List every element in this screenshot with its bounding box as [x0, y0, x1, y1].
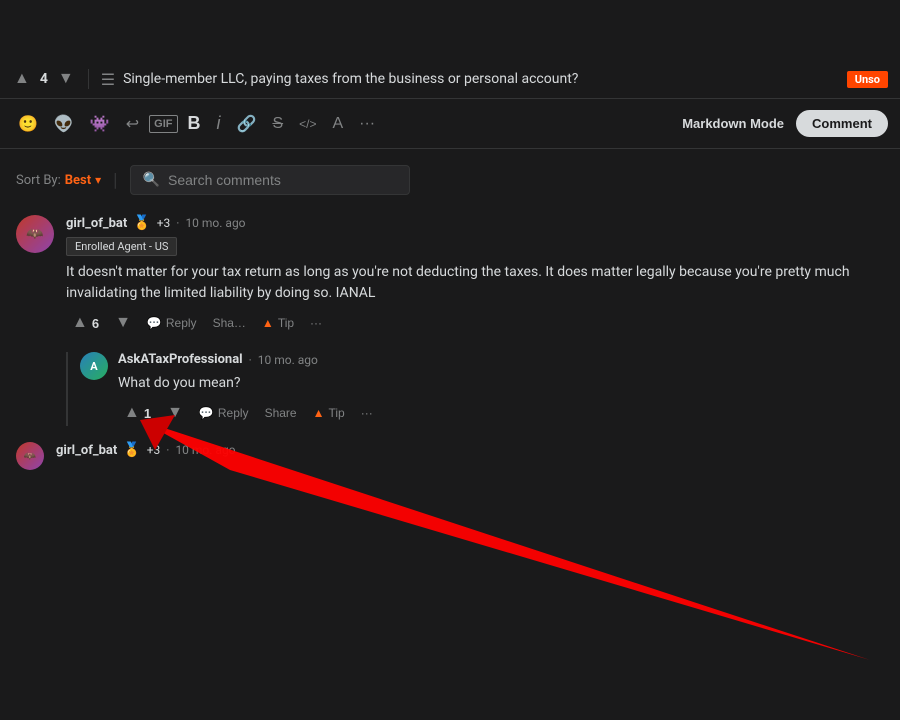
comment-1-downvote[interactable]: ▼ [109, 310, 137, 336]
sort-label: Sort By: [16, 173, 61, 188]
post-title: Single-member LLC, paying taxes from the… [123, 71, 839, 87]
footer-karma: +3 [147, 443, 161, 457]
reply-1-upvote[interactable]: ▲ 1 [118, 400, 157, 426]
top-bar: ▲ 4 ▼ ☰ Single-member LLC, paying taxes … [0, 60, 900, 99]
footer-flair-icon: 🏅 [123, 442, 140, 458]
reply-tip-icon: ▲ [313, 406, 325, 420]
reply-1: A AskATaxProfessional · 10 mo. ago What … [66, 352, 884, 426]
markdown-mode-button[interactable]: Markdown Mode [674, 112, 792, 135]
format-button[interactable]: A [326, 111, 349, 137]
reply-reply-icon: 💬 [199, 406, 214, 420]
reply-1-downvote[interactable]: ▼ [161, 400, 189, 426]
footer-username: girl_of_bat [56, 443, 117, 458]
flair-icon: 🏅 [133, 215, 150, 231]
comment-1-karma: +3 [157, 216, 171, 230]
more-button[interactable]: ··· [353, 111, 381, 137]
avatar-girl-of-bat: 🦇 [16, 215, 54, 253]
comment-1-reply-button[interactable]: 💬 Reply [141, 312, 203, 334]
post-icon: ☰ [101, 70, 115, 89]
comment-1-share-button[interactable]: Sha… [207, 312, 252, 334]
downvote-icon: ▼ [115, 314, 131, 332]
reply-1-actions: ▲ 1 ▼ 💬 Reply Share ▲ Tip ··· [118, 400, 884, 426]
footer-comment-content: girl_of_bat 🏅 +3 · 10 mo. ago [56, 442, 884, 470]
reply-1-reply-button[interactable]: 💬 Reply [193, 402, 255, 424]
footer-time: 10 mo. ago [175, 443, 235, 457]
comment-1: 🦇 girl_of_bat 🏅 +3 · 10 mo. ago Enrolled… [16, 211, 884, 336]
comment-1-upvote-count: 6 [92, 316, 99, 331]
reply-1-upvote-count: 1 [144, 406, 151, 421]
bold-button[interactable]: B [182, 109, 207, 138]
avatar-askataxpro: A [80, 352, 108, 380]
enrolled-badge: Enrolled Agent - US [66, 237, 177, 256]
reply-icon: 💬 [147, 316, 162, 330]
reply-1-share-button[interactable]: Share [259, 402, 303, 424]
unsolved-badge: Unso [847, 71, 888, 88]
footer-comment-header: girl_of_bat 🏅 +3 · 10 mo. ago [56, 442, 884, 458]
link-button[interactable]: 🔗 [231, 110, 263, 138]
comment-1-actions: ▲ 6 ▼ 💬 Reply Sha… ▲ Tip ··· [66, 310, 884, 336]
reddit-face-button[interactable]: 👽 [48, 110, 80, 138]
comment-1-upvote[interactable]: ▲ 6 [66, 310, 105, 336]
vote-count: 4 [40, 71, 48, 87]
search-icon: 🔍 [143, 172, 160, 188]
editor-toolbar: 🙂 👽 👾 ↩ GIF B i 🔗 S </> A ··· Markdown M… [0, 99, 900, 149]
reply-1-more-button[interactable]: ··· [355, 402, 379, 424]
comment-footer: 🦇 girl_of_bat 🏅 +3 · 10 mo. ago [16, 438, 884, 470]
reply-more-icon: ··· [361, 406, 373, 420]
emoji-button[interactable]: 🙂 [12, 110, 44, 138]
share-label: Sha… [213, 316, 246, 330]
reply-share-label: Share [265, 406, 297, 420]
more-icon: ··· [310, 316, 322, 330]
strikethrough-button[interactable]: S [266, 111, 289, 137]
reply-upvote-icon: ▲ [124, 404, 140, 422]
upvote-icon: ▲ [72, 314, 88, 332]
comment-1-content: girl_of_bat 🏅 +3 · 10 mo. ago Enrolled A… [66, 215, 884, 336]
reply-downvote-icon: ▼ [167, 404, 183, 422]
alien-button[interactable]: 👾 [84, 110, 116, 138]
sort-by-control[interactable]: Sort By: Best ▾ [16, 173, 101, 188]
italic-button[interactable]: i [211, 109, 227, 138]
separator [88, 69, 89, 89]
sort-arrow-icon: ▾ [95, 173, 101, 187]
reply-tip-label: Tip [328, 406, 344, 420]
reply-1-header: AskATaxProfessional · 10 mo. ago [118, 352, 884, 367]
comment-1-text: It doesn't matter for your tax return as… [66, 262, 884, 304]
comment-button[interactable]: Comment [796, 110, 888, 137]
tip-label: Tip [278, 316, 294, 330]
controls-bar: Sort By: Best ▾ | 🔍 [0, 149, 900, 211]
code-button[interactable]: </> [293, 113, 322, 135]
reply-1-tip-button[interactable]: ▲ Tip [307, 402, 351, 424]
sort-value: Best [65, 173, 91, 188]
comments-section: 🦇 girl_of_bat 🏅 +3 · 10 mo. ago Enrolled… [0, 211, 900, 486]
reply-1-content: AskATaxProfessional · 10 mo. ago What do… [118, 352, 884, 426]
undo-button[interactable]: ↩ [120, 110, 145, 138]
search-container: 🔍 [130, 165, 410, 195]
gif-button[interactable]: GIF [149, 115, 177, 133]
comment-1-time: 10 mo. ago [185, 216, 245, 230]
comment-1-header: girl_of_bat 🏅 +3 · 10 mo. ago [66, 215, 884, 231]
tip-icon: ▲ [262, 316, 274, 330]
reply-label: Reply [166, 316, 197, 330]
downvote-button[interactable]: ▼ [56, 68, 76, 90]
comment-1-more-button[interactable]: ··· [304, 312, 328, 334]
comment-1-username: girl_of_bat [66, 216, 127, 231]
comment-1-tip-button[interactable]: ▲ Tip [256, 312, 300, 334]
controls-separator: | [113, 170, 117, 191]
header-top [0, 0, 900, 60]
search-input[interactable] [168, 172, 397, 188]
reply-reply-label: Reply [218, 406, 249, 420]
avatar-girl-of-bat-2: 🦇 [16, 442, 44, 470]
reply-1-text: What do you mean? [118, 373, 884, 394]
reply-1-time: 10 mo. ago [258, 353, 318, 367]
reply-1-username: AskATaxProfessional [118, 352, 243, 367]
upvote-button[interactable]: ▲ [12, 68, 32, 90]
